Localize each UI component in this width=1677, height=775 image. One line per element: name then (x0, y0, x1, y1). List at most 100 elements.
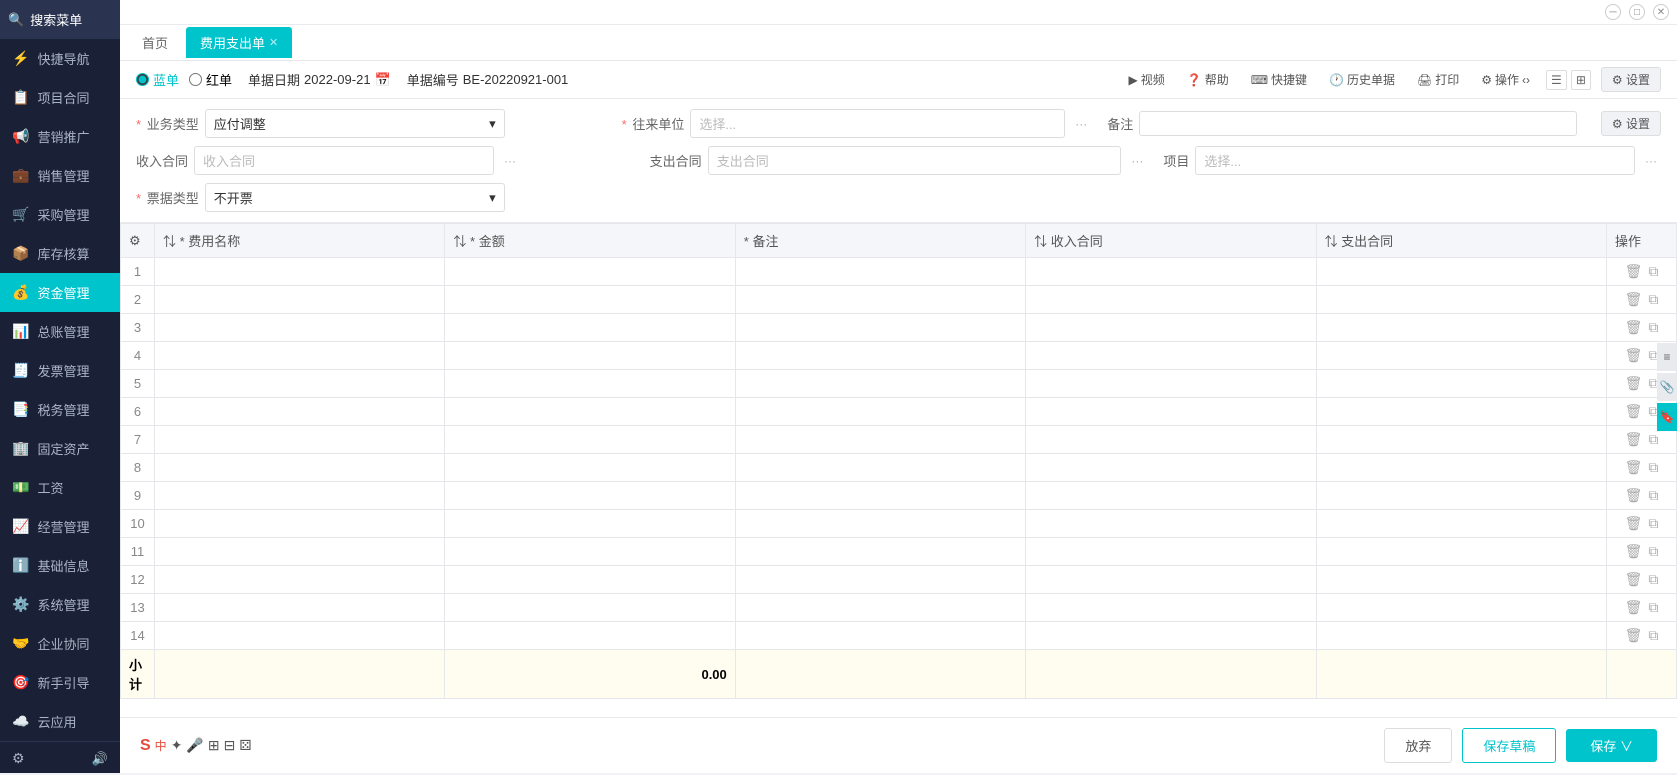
sidebar-item-cloud-apps[interactable]: ☁️云应用 (0, 702, 120, 741)
save-button[interactable]: 保存 ∨ (1566, 729, 1657, 762)
sidebar-item-sales-mgmt[interactable]: 💼销售管理 (0, 156, 120, 195)
sidebar-item-purchase-mgmt[interactable]: 🛒采购管理 (0, 195, 120, 234)
amount-cell[interactable] (445, 314, 735, 342)
table-expense-contract-input[interactable] (1325, 292, 1598, 307)
remark-cell[interactable] (735, 370, 1025, 398)
sidebar-item-marketing[interactable]: 📢营销推广 (0, 117, 120, 156)
expense-name-input[interactable] (163, 292, 436, 307)
table-income-contract-input[interactable] (1034, 544, 1307, 559)
amount-cell[interactable] (445, 286, 735, 314)
expense-contract-cell[interactable] (1316, 566, 1606, 594)
copy-row-icon[interactable]: ⧉ (1648, 515, 1658, 532)
amount-cell[interactable] (445, 398, 735, 426)
amount-cell[interactable] (445, 426, 735, 454)
table-expense-contract-input[interactable] (1325, 348, 1598, 363)
sidebar-item-capital-mgmt[interactable]: 💰资金管理 (0, 273, 120, 312)
expense-name-input[interactable] (163, 404, 436, 419)
table-expense-contract-input[interactable] (1325, 376, 1598, 391)
expense-name-cell[interactable] (155, 566, 445, 594)
expense-contract-cell[interactable] (1316, 398, 1606, 426)
amount-cell[interactable] (445, 482, 735, 510)
expense-name-input[interactable] (163, 628, 436, 643)
delete-row-icon[interactable]: 🗑 (1625, 627, 1643, 644)
table-income-contract-input[interactable] (1034, 628, 1307, 643)
form-settings-button[interactable]: ⚙ 设置 (1601, 111, 1661, 136)
sidebar-item-new-user-guide[interactable]: 🎯新手引导 (0, 663, 120, 702)
expense-name-cell[interactable] (155, 482, 445, 510)
table-remark-input[interactable] (744, 460, 1017, 475)
discard-button[interactable]: 放弃 (1384, 728, 1452, 763)
print-btn[interactable]: 🖨 打印 (1411, 68, 1465, 91)
video-btn[interactable]: ▶ 视频 (1122, 68, 1170, 91)
table-remark-input[interactable] (744, 600, 1017, 615)
expense-contract-cell[interactable] (1316, 342, 1606, 370)
invoice-type-select[interactable]: 不开票 ▾ (205, 183, 505, 212)
project-input[interactable]: 选择... (1195, 146, 1635, 175)
sidebar-item-ledger-mgmt[interactable]: 📊总账管理 (0, 312, 120, 351)
table-expense-contract-input[interactable] (1325, 488, 1598, 503)
expense-contract-input[interactable]: 支出合同 (708, 146, 1122, 175)
amount-input[interactable] (453, 264, 726, 279)
expense-contract-cell[interactable] (1316, 426, 1606, 454)
expense-name-cell[interactable] (155, 370, 445, 398)
sidebar-item-enterprise-coop[interactable]: 🤝企业协同 (0, 624, 120, 663)
amount-cell[interactable] (445, 538, 735, 566)
expense-contract-cell[interactable] (1316, 286, 1606, 314)
amount-cell[interactable] (445, 566, 735, 594)
amount-input[interactable] (453, 292, 726, 307)
table-income-contract-input[interactable] (1034, 572, 1307, 587)
remark-cell[interactable] (735, 538, 1025, 566)
table-remark-input[interactable] (744, 572, 1017, 587)
copy-row-icon[interactable]: ⧉ (1648, 599, 1658, 616)
copy-row-icon[interactable]: ⧉ (1648, 319, 1658, 336)
table-remark-input[interactable] (744, 348, 1017, 363)
expense-name-cell[interactable] (155, 398, 445, 426)
table-income-contract-input[interactable] (1034, 292, 1307, 307)
table-remark-input[interactable] (744, 320, 1017, 335)
expense-contract-cell[interactable] (1316, 258, 1606, 286)
amount-input[interactable] (453, 628, 726, 643)
delete-row-icon[interactable]: 🗑 (1625, 599, 1643, 616)
remark-cell[interactable] (735, 286, 1025, 314)
calendar-icon[interactable]: 📅 (375, 72, 391, 88)
remark-cell[interactable] (735, 482, 1025, 510)
expense-name-input[interactable] (163, 600, 436, 615)
table-remark-input[interactable] (744, 432, 1017, 447)
income-contract-cell[interactable] (1026, 622, 1316, 650)
sidebar-item-basic-info[interactable]: ℹ️基础信息 (0, 546, 120, 585)
sidebar-search[interactable]: 🔍 搜索菜单 (0, 0, 120, 39)
sidebar-item-system-mgmt[interactable]: ⚙️系统管理 (0, 585, 120, 624)
volume-icon[interactable]: 🔊 (92, 751, 108, 767)
expense-name-input[interactable] (163, 572, 436, 587)
right-icon-2[interactable]: 📎 (1657, 373, 1677, 401)
sidebar-item-tax-mgmt[interactable]: 📑税务管理 (0, 390, 120, 429)
table-income-contract-input[interactable] (1034, 376, 1307, 391)
expense-name-input[interactable] (163, 460, 436, 475)
settings-button[interactable]: ⚙ 设置 (1601, 67, 1661, 92)
copy-row-icon[interactable]: ⧉ (1648, 263, 1658, 280)
copy-row-icon[interactable]: ⧉ (1648, 627, 1658, 644)
expense-name-input[interactable] (163, 544, 436, 559)
expense-name-input[interactable] (163, 488, 436, 503)
expense-name-cell[interactable] (155, 314, 445, 342)
income-contract-input[interactable]: 收入合同 (194, 146, 494, 175)
project-more[interactable]: ··· (1641, 154, 1661, 168)
tab-expense-form-close[interactable]: ✕ (269, 36, 278, 49)
table-expense-contract-input[interactable] (1325, 432, 1598, 447)
income-contract-cell[interactable] (1026, 482, 1316, 510)
sidebar-item-quick-nav[interactable]: ⚡快捷导航 (0, 39, 120, 78)
table-income-contract-input[interactable] (1034, 460, 1307, 475)
sidebar-item-fixed-assets[interactable]: 🏢固定资产 (0, 429, 120, 468)
table-expense-contract-input[interactable] (1325, 404, 1598, 419)
amount-cell[interactable] (445, 342, 735, 370)
delete-row-icon[interactable]: 🗑 (1625, 347, 1643, 364)
table-remark-input[interactable] (744, 516, 1017, 531)
expense-contract-cell[interactable] (1316, 454, 1606, 482)
delete-row-icon[interactable]: 🗑 (1625, 487, 1643, 504)
expense-name-input[interactable] (163, 320, 436, 335)
minimize-button[interactable]: ─ (1605, 4, 1621, 20)
table-expense-contract-input[interactable] (1325, 572, 1598, 587)
sidebar-item-invoice-mgmt[interactable]: 🧾发票管理 (0, 351, 120, 390)
remark-cell[interactable] (735, 454, 1025, 482)
table-expense-contract-input[interactable] (1325, 320, 1598, 335)
